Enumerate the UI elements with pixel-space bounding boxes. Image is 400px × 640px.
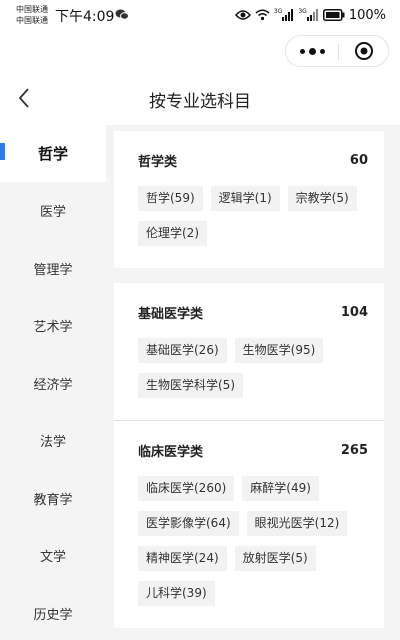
sidebar-item-history[interactable]: 历史学 (0, 585, 106, 640)
group-name: 哲学类 (138, 155, 178, 170)
status-bar: 中国联通 中国联通 下午4:09 3G 3G 100% (0, 0, 400, 30)
carrier-label: 中国联通 (16, 5, 48, 14)
major-tag[interactable]: 哲学(59) (138, 186, 203, 211)
network-type-label: 3G (273, 8, 283, 15)
major-tag[interactable]: 生物医学科学(5) (138, 373, 243, 398)
nav-header: 按专业选科目 (0, 30, 400, 125)
major-list: 哲学类 60 哲学(59) 逻辑学(1) 宗教学(5) 伦理学(2) 基础医学类… (114, 131, 384, 640)
group-header: 哲学类 60 (138, 151, 368, 170)
sidebar-item-label: 文学 (39, 550, 66, 566)
sidebar-item-label: 教育学 (33, 492, 73, 508)
sidebar-item-economics[interactable]: 经济学 (0, 355, 106, 413)
group-header: 基础医学类 104 (138, 303, 368, 322)
sidebar-item-philosophy[interactable]: 哲学 (0, 125, 106, 182)
signal-group-1: 3G (274, 9, 294, 21)
major-tag[interactable]: 儿科学(39) (138, 581, 215, 606)
major-tags: 基础医学(26) 生物医学(95) 生物医学科学(5) (138, 338, 368, 398)
major-tags: 临床医学(260) 麻醉学(49) 医学影像学(64) 眼视光医学(12) 精神… (138, 476, 368, 606)
sidebar-item-education[interactable]: 教育学 (0, 470, 106, 528)
status-icons: 3G 3G 100% (234, 6, 386, 24)
major-category-card: 哲学类 60 哲学(59) 逻辑学(1) 宗教学(5) 伦理学(2) (114, 131, 384, 268)
signal-group-2: 3G (298, 9, 318, 21)
major-tag[interactable]: 麻醉学(49) (242, 476, 319, 501)
category-sidebar: 哲学 医学 管理学 艺术学 经济学 法学 教育学 文学 历史学 (0, 125, 106, 640)
group-name: 基础医学类 (138, 307, 204, 322)
battery-icon (322, 9, 345, 21)
major-group: 临床医学类 265 临床医学(260) 麻醉学(49) 医学影像学(64) 眼视… (114, 420, 384, 628)
sidebar-item-literature[interactable]: 文学 (0, 527, 106, 585)
clock: 下午4:09 (55, 9, 115, 25)
sidebar-item-label: 管理学 (33, 262, 73, 278)
sidebar-item-arts[interactable]: 艺术学 (0, 297, 106, 355)
major-tag[interactable]: 眼视光医学(12) (246, 511, 348, 536)
sidebar-item-law[interactable]: 法学 (0, 412, 106, 470)
signal-icon (306, 9, 318, 21)
signal-icon (282, 9, 294, 21)
close-mini-program-icon[interactable] (339, 36, 389, 66)
sidebar-item-management[interactable]: 管理学 (0, 240, 106, 298)
group-name: 临床医学类 (138, 445, 204, 460)
page-title: 按专业选科目 (149, 92, 251, 112)
sidebar-item-label: 哲学 (37, 145, 68, 163)
carrier-info: 中国联通 中国联通 (16, 4, 48, 26)
major-tag[interactable]: 放射医学(5) (234, 546, 316, 571)
group-header: 临床医学类 265 (138, 441, 368, 460)
major-tag[interactable]: 逻辑学(1) (210, 186, 280, 211)
sidebar-item-label: 历史学 (33, 607, 73, 623)
sidebar-item-medicine[interactable]: 医学 (0, 182, 106, 240)
major-tag[interactable]: 精神医学(24) (138, 546, 227, 571)
sidebar-item-label: 医学 (39, 205, 66, 221)
battery-level: 100% (348, 7, 386, 23)
sidebar-item-label: 艺术学 (33, 320, 73, 336)
major-group: 哲学类 60 哲学(59) 逻辑学(1) 宗教学(5) 伦理学(2) (114, 131, 384, 268)
major-group: 基础医学类 104 基础医学(26) 生物医学(95) 生物医学科学(5) (114, 283, 384, 420)
wifi-icon (255, 9, 270, 21)
major-tag[interactable]: 医学影像学(64) (138, 511, 239, 536)
mini-program-capsule (285, 35, 389, 67)
major-tag[interactable]: 宗教学(5) (287, 186, 357, 211)
group-count: 265 (340, 443, 368, 458)
sidebar-item-label: 经济学 (33, 377, 73, 393)
wechat-icon (115, 9, 129, 20)
major-tag[interactable]: 基础医学(26) (138, 338, 227, 363)
group-count: 104 (340, 305, 368, 320)
major-tags: 哲学(59) 逻辑学(1) 宗教学(5) 伦理学(2) (138, 186, 368, 246)
eye-icon (234, 10, 251, 20)
major-tag[interactable]: 伦理学(2) (138, 221, 207, 246)
major-tag[interactable]: 临床医学(260) (138, 476, 235, 501)
major-category-card: 基础医学类 104 基础医学(26) 生物医学(95) 生物医学科学(5) 临床… (114, 283, 384, 628)
carrier-label: 中国联通 (16, 16, 48, 25)
sidebar-item-label: 法学 (39, 435, 66, 451)
network-type-label: 3G (298, 8, 307, 15)
more-icon[interactable] (286, 36, 338, 66)
major-tag[interactable]: 生物医学(95) (234, 338, 324, 363)
group-count: 60 (349, 153, 368, 168)
